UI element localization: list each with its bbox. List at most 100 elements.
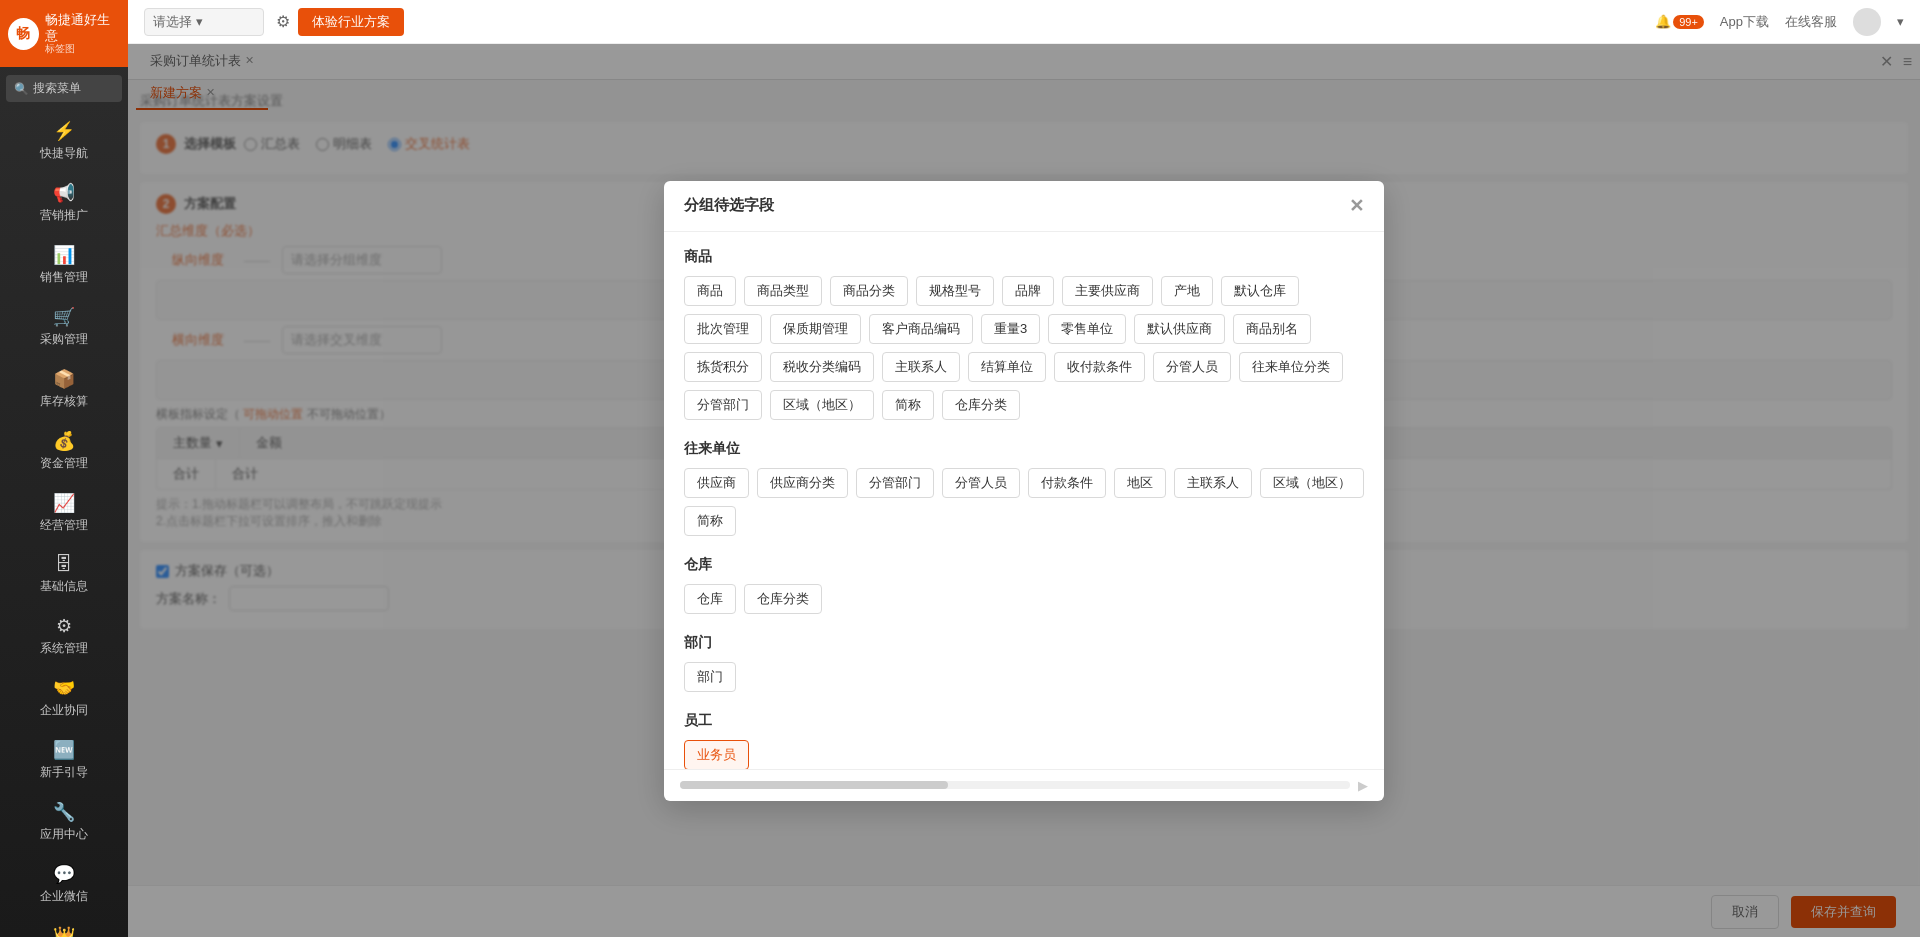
- modal-header: 分组待选字段 ✕: [664, 181, 1384, 232]
- field-tag[interactable]: 供应商分类: [757, 468, 848, 498]
- field-tag[interactable]: 品牌: [1002, 276, 1054, 306]
- field-tag[interactable]: 仓库: [684, 584, 736, 614]
- field-tag[interactable]: 分管人员: [942, 468, 1020, 498]
- field-tags-goods: 商品商品类型商品分类规格型号品牌主要供应商产地默认仓库批次管理保质期管理客户商品…: [684, 276, 1364, 420]
- sidebar-item-label-system: 系统管理: [40, 640, 88, 657]
- purchase-icon: 🛒: [53, 306, 75, 328]
- field-tag[interactable]: 部门: [684, 662, 736, 692]
- field-tags-partner: 供应商供应商分类分管部门分管人员付款条件地区主联系人区域（地区） 简称: [684, 468, 1364, 536]
- sidebar-item-collab[interactable]: 🤝企业协同: [40, 667, 88, 729]
- horizontal-scrollbar[interactable]: [680, 781, 948, 789]
- modal: 分组待选字段 ✕ 商品商品商品类型商品分类规格型号品牌主要供应商产地默认仓库批次…: [664, 181, 1384, 801]
- modal-title: 分组待选字段: [684, 196, 774, 215]
- field-tag[interactable]: 简称: [882, 390, 934, 420]
- sidebar-item-label-basic: 基础信息: [40, 578, 88, 595]
- sidebar-item-label-operations: 经营管理: [40, 517, 88, 534]
- sidebar-item-sales[interactable]: 📊 销售管理: [40, 234, 88, 296]
- field-tag[interactable]: 批次管理: [684, 314, 762, 344]
- field-tag[interactable]: 分管人员: [1153, 352, 1231, 382]
- sidebar-item-marketing[interactable]: 📢营销推广: [40, 172, 88, 234]
- field-tag[interactable]: 零售单位: [1048, 314, 1126, 344]
- field-tag[interactable]: 主联系人: [882, 352, 960, 382]
- sidebar-item-appstore[interactable]: 🔧 应用中心: [40, 791, 88, 853]
- field-section-title-warehouse: 仓库: [684, 556, 1364, 574]
- member-icon: 👑: [53, 925, 75, 937]
- field-tag[interactable]: 付款条件: [1028, 468, 1106, 498]
- finance-icon: 💰: [53, 430, 75, 452]
- field-tag[interactable]: 分管部门: [684, 390, 762, 420]
- field-tag[interactable]: 拣货积分: [684, 352, 762, 382]
- field-tag[interactable]: 区域（地区）: [770, 390, 874, 420]
- field-tag[interactable]: 分管部门: [856, 468, 934, 498]
- field-tag[interactable]: 默认仓库: [1221, 276, 1299, 306]
- sidebar-item-label-wechat: 企业微信: [40, 888, 88, 905]
- sidebar-item-wechat[interactable]: 💬企业微信: [40, 853, 88, 915]
- experience-btn[interactable]: 体验行业方案: [298, 8, 404, 36]
- field-tags-warehouse: 仓库仓库分类: [684, 584, 1364, 614]
- field-tag[interactable]: 地区: [1114, 468, 1166, 498]
- sidebar-item-quick-nav[interactable]: ⚡快捷导航: [40, 110, 88, 172]
- field-tag[interactable]: 主联系人: [1174, 468, 1252, 498]
- field-tag[interactable]: 税收分类编码: [770, 352, 874, 382]
- field-section-department: 部门部门: [684, 634, 1364, 692]
- guide-icon: 🆕: [53, 739, 75, 761]
- field-tag[interactable]: 重量3: [981, 314, 1040, 344]
- sidebar-item-basic[interactable]: 🗄基础信息: [40, 544, 88, 605]
- sidebar-item-label-sales: 销售管理: [40, 269, 88, 286]
- modal-overlay: 分组待选字段 ✕ 商品商品商品类型商品分类规格型号品牌主要供应商产地默认仓库批次…: [128, 44, 1920, 937]
- field-tag[interactable]: 简称: [684, 506, 736, 536]
- field-tag[interactable]: 商品: [684, 276, 736, 306]
- sidebar-item-inventory[interactable]: 📦库存核算: [40, 358, 88, 420]
- topbar: 请选择 ▾ ⚙ 体验行业方案 🔔99+ App下载 在线客服 ▾: [128, 0, 1920, 44]
- sidebar-item-system[interactable]: ⚙ 系统管理: [40, 605, 88, 667]
- topbar-selector[interactable]: 请选择 ▾: [144, 8, 264, 36]
- sidebar-item-label-quick-nav: 快捷导航: [40, 145, 88, 162]
- sidebar-item-operations[interactable]: 📈 经营管理: [40, 482, 88, 544]
- sidebar-item-label-appstore: 应用中心: [40, 826, 88, 843]
- field-tag[interactable]: 区域（地区）: [1260, 468, 1364, 498]
- sales-icon: 📊: [53, 244, 75, 266]
- operations-icon: 📈: [53, 492, 75, 514]
- field-tag[interactable]: 规格型号: [916, 276, 994, 306]
- sidebar-item-purchase[interactable]: 🛒 采购管理: [40, 296, 88, 358]
- sidebar-item-label-purchase: 采购管理: [40, 331, 88, 348]
- field-tag[interactable]: 商品分类: [830, 276, 908, 306]
- notification-area[interactable]: 🔔99+: [1655, 14, 1704, 29]
- field-tag[interactable]: 往来单位分类: [1239, 352, 1343, 382]
- field-tag[interactable]: 保质期管理: [770, 314, 861, 344]
- system-icon: ⚙: [56, 615, 72, 637]
- sidebar: 畅 畅捷通好生意 标签图 🔍 搜索菜单 ⚡快捷导航📢营销推广📊销售管理🛒采购管理…: [0, 0, 128, 937]
- user-menu[interactable]: ▾: [1897, 14, 1904, 29]
- sidebar-search[interactable]: 🔍 搜索菜单: [6, 75, 121, 102]
- field-tag[interactable]: 产地: [1161, 276, 1213, 306]
- field-tag[interactable]: 主要供应商: [1062, 276, 1153, 306]
- modal-body: 商品商品商品类型商品分类规格型号品牌主要供应商产地默认仓库批次管理保质期管理客户…: [664, 232, 1384, 769]
- appstore-icon: 🔧: [53, 801, 75, 823]
- user-avatar[interactable]: [1853, 8, 1881, 36]
- modal-close-icon[interactable]: ✕: [1349, 195, 1364, 217]
- field-tag[interactable]: 结算单位: [968, 352, 1046, 382]
- chevron-down-icon: ▾: [196, 14, 203, 29]
- field-tag[interactable]: 仓库分类: [942, 390, 1020, 420]
- scroll-right-arrow[interactable]: ▶: [1358, 778, 1368, 793]
- field-tags-staff: 业务员: [684, 740, 1364, 769]
- field-section-title-partner: 往来单位: [684, 440, 1364, 458]
- field-tag[interactable]: 默认供应商: [1134, 314, 1225, 344]
- sidebar-item-label-finance: 资金管理: [40, 455, 88, 472]
- sidebar-item-finance[interactable]: 💰 资金管理: [40, 420, 88, 482]
- field-tag[interactable]: 商品类型: [744, 276, 822, 306]
- field-tag[interactable]: 收付款条件: [1054, 352, 1145, 382]
- field-tag[interactable]: 业务员: [684, 740, 749, 769]
- field-tag[interactable]: 客户商品编码: [869, 314, 973, 344]
- field-tag[interactable]: 供应商: [684, 468, 749, 498]
- sidebar-item-member[interactable]: 👑畅会员: [40, 915, 88, 937]
- sidebar-item-guide[interactable]: 🆕新手引导: [40, 729, 88, 791]
- logo-icon: 畅: [8, 18, 39, 50]
- app-download[interactable]: App下载: [1720, 13, 1769, 31]
- gear-icon[interactable]: ⚙: [276, 12, 290, 31]
- selector-text: 请选择: [153, 13, 192, 31]
- field-tag[interactable]: 仓库分类: [744, 584, 822, 614]
- online-service[interactable]: 在线客服: [1785, 13, 1837, 31]
- field-tag[interactable]: 商品别名: [1233, 314, 1311, 344]
- field-tags-department: 部门: [684, 662, 1364, 692]
